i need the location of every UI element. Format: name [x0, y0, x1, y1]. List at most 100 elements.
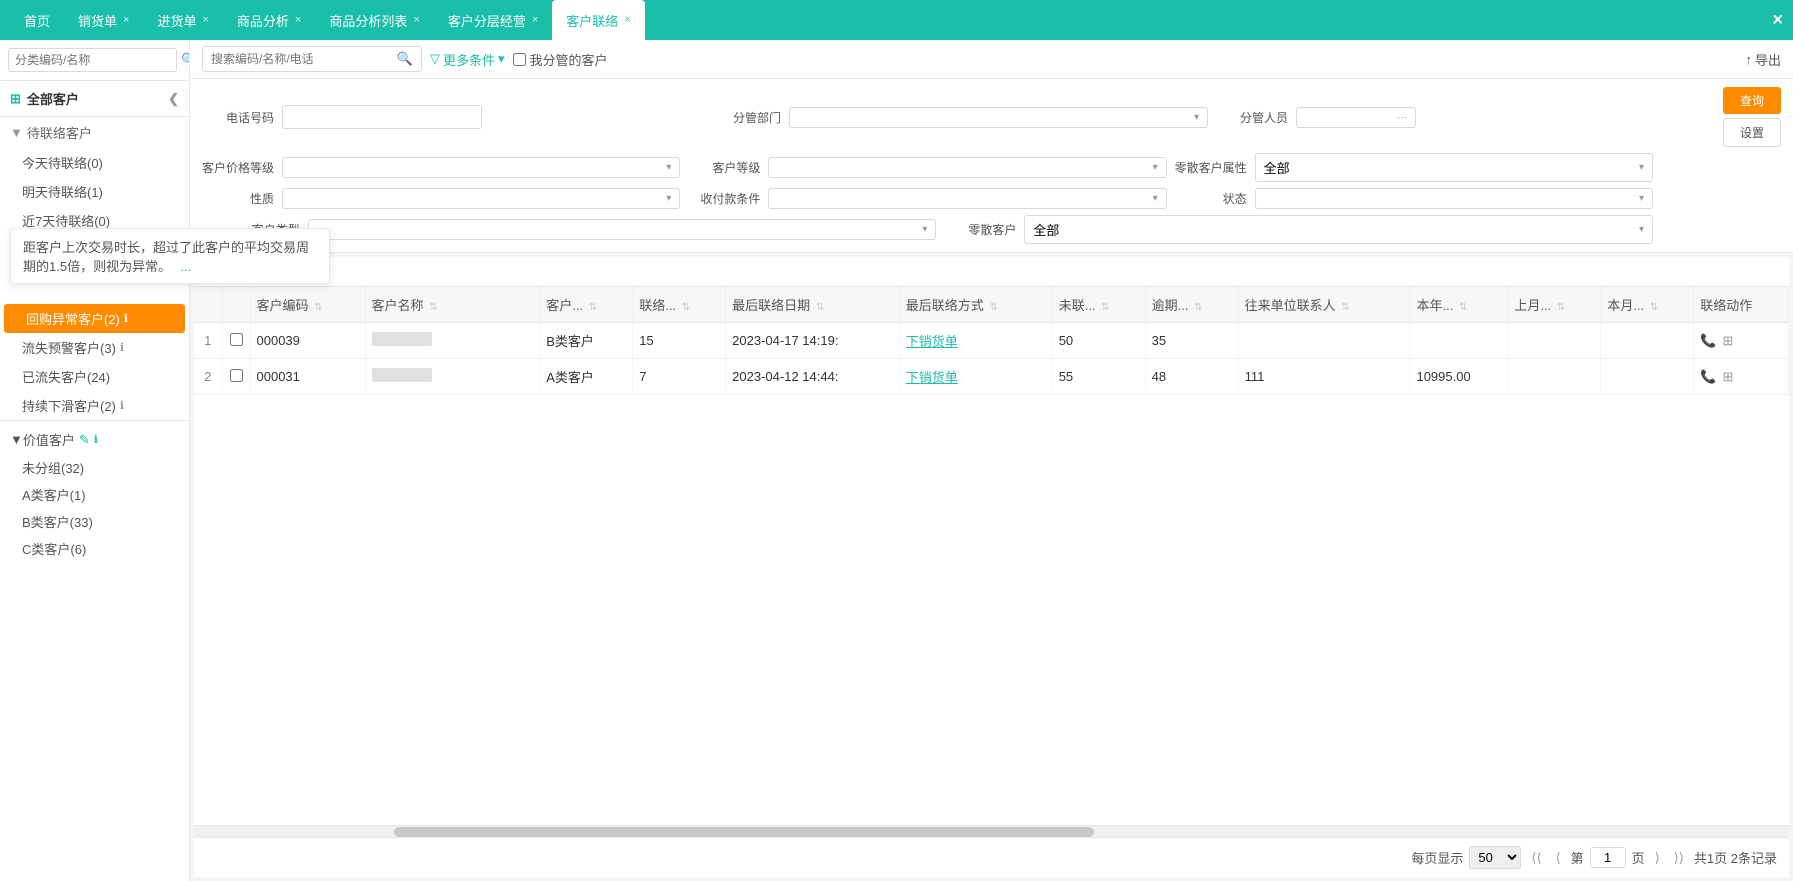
query-button[interactable]: 查询: [1723, 87, 1781, 114]
retail-attr-field: 零散客户属性 全部 ▾: [1175, 153, 1653, 182]
cell-contact: 7: [633, 359, 726, 395]
nav-customer-segment-close[interactable]: ×: [532, 14, 538, 26]
retail-select[interactable]: 全部 ▾: [1024, 215, 1653, 244]
person-label: 分管人员: [1216, 109, 1296, 126]
nav-customer-segment[interactable]: 客户分层经营 ×: [434, 0, 552, 40]
col-last-way[interactable]: 最后联络方式 ⇅: [899, 287, 1052, 323]
value-a[interactable]: A类客户(1): [0, 481, 189, 508]
nav-sales-close[interactable]: ×: [123, 14, 129, 26]
cell-check[interactable]: [222, 323, 250, 359]
cell-this-year: 10995.00: [1410, 359, 1508, 395]
adv-row-2: 客户价格等级 ▾ 客户等级 ▾ 零散客户属性 全部 ▾: [202, 153, 1781, 182]
col-code[interactable]: 客户编码 ⇅: [250, 287, 365, 323]
col-not-contacted[interactable]: 未联... ⇅: [1052, 287, 1145, 323]
nav-product-analysis-close[interactable]: ×: [295, 14, 301, 26]
nav-customer-contact-close[interactable]: ×: [624, 14, 630, 26]
value-c[interactable]: C类客户(6): [0, 535, 189, 562]
first-page-btn[interactable]: ⟨⟨: [1527, 848, 1545, 868]
sidebar-search-icon[interactable]: 🔍: [181, 52, 190, 68]
cell-name: [365, 323, 540, 359]
retail-attr-select[interactable]: 全部 ▾: [1255, 153, 1653, 182]
filter-search-input[interactable]: [211, 52, 393, 66]
col-contact[interactable]: 联络... ⇅: [633, 287, 726, 323]
next-page-btn[interactable]: ⟩: [1651, 848, 1664, 868]
export-btn[interactable]: ↑ 导出: [1745, 50, 1781, 69]
nav-product-list-close[interactable]: ×: [413, 14, 419, 26]
customer-type-select[interactable]: ▾: [308, 219, 937, 240]
action-phone-icon[interactable]: 📞: [1700, 333, 1716, 349]
value-ungrouped[interactable]: 未分组(32): [0, 454, 189, 481]
payment-select[interactable]: ▾: [768, 188, 1166, 209]
filter-bar: 🔍 ▽ 更多条件 ▾ 我分管的客户 ↑ 导出: [190, 40, 1793, 79]
my-customers-filter: 我分管的客户: [513, 50, 608, 69]
sort-name-icon: ⇅: [429, 302, 437, 313]
edit-icon[interactable]: ✎: [79, 432, 90, 448]
nav-product-list[interactable]: 商品分析列表 ×: [315, 0, 433, 40]
h-scroll-thumb[interactable]: [394, 827, 1094, 837]
value-b[interactable]: B类客户(33): [0, 508, 189, 535]
col-overdue[interactable]: 逾期... ⇅: [1145, 287, 1238, 323]
sort-date-icon: ⇅: [816, 302, 824, 313]
content-area: 🔍 ▽ 更多条件 ▾ 我分管的客户 ↑ 导出 电话号码: [190, 40, 1793, 881]
close-all-tabs[interactable]: ×: [1772, 10, 1783, 31]
my-customers-checkbox[interactable]: [513, 53, 526, 66]
losing-customers[interactable]: 流失预警客户(3) ℹ: [0, 333, 189, 362]
tooltip-more[interactable]: ...: [180, 259, 189, 274]
pending-contact-section[interactable]: ▼ 待联络客户: [0, 117, 189, 148]
nav-purchase[interactable]: 进货单 ×: [143, 0, 222, 40]
nav-home[interactable]: 首页: [10, 0, 64, 40]
sort-lmonth-icon: ⇅: [1557, 302, 1565, 313]
lost-customers[interactable]: 已流失客户(24): [0, 362, 189, 391]
action-buttons: 查询 设置: [1723, 87, 1781, 147]
pending-arrow: ▼: [10, 125, 23, 140]
col-last-date[interactable]: 最后联络日期 ⇅: [726, 287, 900, 323]
per-page-select[interactable]: 50 10 20 100: [1469, 846, 1521, 869]
cell-check[interactable]: [222, 359, 250, 395]
more-conditions-btn[interactable]: ▽ 更多条件 ▾: [430, 50, 505, 69]
action-phone-icon[interactable]: 📞: [1700, 369, 1716, 385]
last-page-btn[interactable]: ⟩⟩: [1670, 848, 1688, 868]
cell-this-month: [1601, 323, 1694, 359]
phone-input[interactable]: [282, 105, 482, 129]
declining-customers[interactable]: 持续下滑客户(2) ℹ: [0, 391, 189, 420]
retail-attr-chevron: ▾: [1639, 162, 1644, 173]
col-type[interactable]: 客户... ⇅: [540, 287, 633, 323]
h-scrollbar[interactable]: [194, 825, 1789, 837]
sort-tmonth-icon: ⇅: [1650, 302, 1658, 313]
value-section: ▼ 价值客户 ✎ ℹ 未分组(32) A类客户(1) B类客户(33) C类客户…: [0, 420, 189, 566]
nav-product-analysis[interactable]: 商品分析 ×: [223, 0, 315, 40]
customer-level-select[interactable]: ▾: [768, 157, 1166, 178]
adv-row-3: 性质 ▾ 收付款条件 ▾ 状态 ▾: [202, 188, 1781, 209]
prev-page-btn[interactable]: ⟨: [1552, 848, 1565, 868]
value-customers-header[interactable]: ▼ 价值客户 ✎ ℹ: [0, 425, 189, 454]
status-select[interactable]: ▾: [1255, 188, 1653, 209]
payment-label: 收付款条件: [688, 190, 768, 207]
col-this-month[interactable]: 本月... ⇅: [1601, 287, 1694, 323]
retail-label: 零散客户: [944, 221, 1024, 238]
today-pending[interactable]: 今天待联络(0): [0, 148, 189, 177]
setting-button[interactable]: 设置: [1723, 118, 1781, 147]
page-input[interactable]: [1590, 847, 1626, 868]
repeat-abnormal[interactable]: 回购异常客户(2) ℹ: [4, 304, 185, 333]
col-unit-contact[interactable]: 往来单位联系人 ⇅: [1238, 287, 1410, 323]
nav-purchase-close[interactable]: ×: [202, 14, 208, 26]
cell-unit-contact: [1238, 323, 1410, 359]
person-select[interactable]: ···: [1296, 107, 1416, 128]
dept-select[interactable]: ▾: [789, 107, 1208, 128]
status-chevron: ▾: [1639, 193, 1644, 204]
filter-search-icon[interactable]: 🔍: [397, 51, 413, 67]
col-last-month[interactable]: 上月... ⇅: [1508, 287, 1601, 323]
sidebar-tree: ▼ 待联络客户 今天待联络(0) 明天待联络(1) 近7天待联络(0) 逾期未联…: [0, 117, 189, 881]
person-field: 分管人员 ···: [1216, 107, 1715, 128]
sidebar-collapse-btn[interactable]: ❮: [168, 91, 179, 107]
tomorrow-pending[interactable]: 明天待联络(1): [0, 177, 189, 206]
price-level-select[interactable]: ▾: [282, 157, 680, 178]
gender-select[interactable]: ▾: [282, 188, 680, 209]
action-more-icon[interactable]: ⊞: [1722, 369, 1733, 385]
col-this-year[interactable]: 本年... ⇅: [1410, 287, 1508, 323]
sidebar-search-input[interactable]: [8, 48, 177, 72]
nav-sales[interactable]: 销货单 ×: [64, 0, 143, 40]
col-name[interactable]: 客户名称 ⇅: [365, 287, 540, 323]
action-more-icon[interactable]: ⊞: [1722, 333, 1733, 349]
nav-customer-contact[interactable]: 客户联络 ×: [552, 0, 644, 40]
